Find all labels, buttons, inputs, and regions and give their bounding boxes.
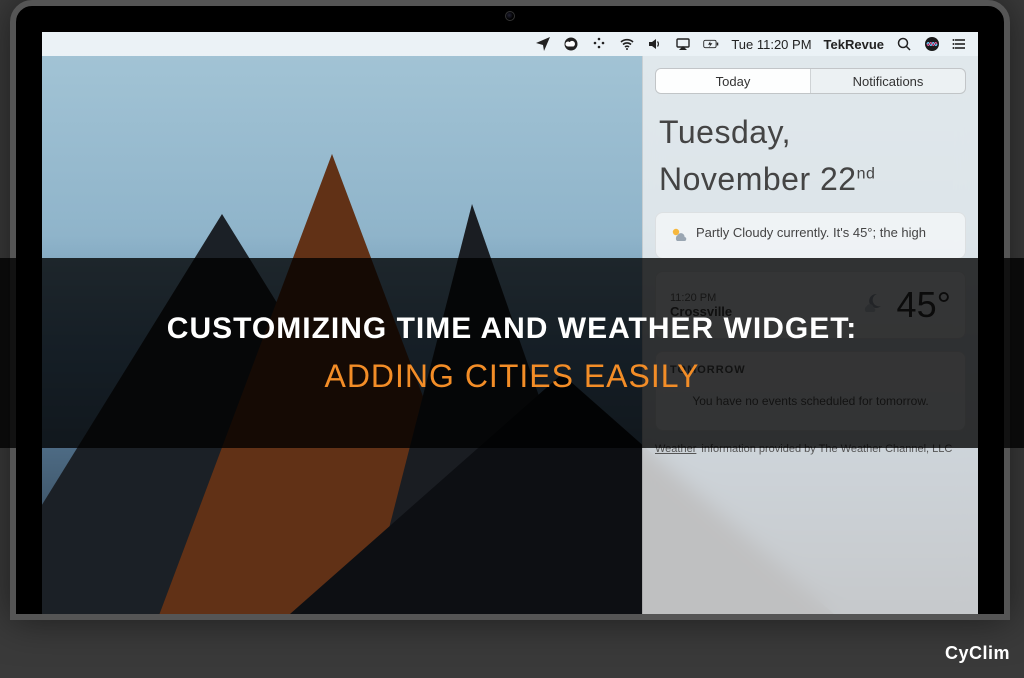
date-month-day-text: November 22 (659, 161, 857, 197)
menubar-app-name[interactable]: TekRevue (824, 37, 884, 52)
location-icon[interactable] (535, 36, 551, 52)
creative-cloud-icon[interactable] (563, 36, 579, 52)
notification-center-icon[interactable] (952, 36, 968, 52)
date-widget: Tuesday, November 22nd (655, 106, 966, 200)
partly-cloudy-icon (670, 225, 688, 246)
battery-icon[interactable] (703, 36, 719, 52)
wifi-icon[interactable] (619, 36, 635, 52)
overlay-line1: CUSTOMIZING TIME AND WEATHER WIDGET: (167, 312, 857, 346)
settings-dots-icon[interactable] (591, 36, 607, 52)
spotlight-icon[interactable] (896, 36, 912, 52)
siri-icon[interactable] (924, 36, 940, 52)
date-month-day: November 22nd (655, 153, 966, 200)
webcam-icon (505, 11, 515, 21)
today-notifications-segmented-control: Today Notifications (655, 68, 966, 94)
menubar: Tue 11:20 PM TekRevue (42, 32, 978, 56)
menubar-datetime[interactable]: Tue 11:20 PM (731, 37, 811, 52)
watermark: CyClim (945, 643, 1010, 664)
date-weekday: Tuesday, (655, 106, 966, 153)
tab-today[interactable]: Today (656, 69, 810, 93)
overlay-line2: ADDING CITIES EASILY (324, 358, 699, 395)
weather-summary-text: Partly Cloudy currently. It's 45°; the h… (696, 225, 926, 240)
date-ordinal: nd (857, 165, 876, 182)
volume-icon[interactable] (647, 36, 663, 52)
tab-notifications[interactable]: Notifications (810, 69, 965, 93)
airplay-icon[interactable] (675, 36, 691, 52)
article-title-overlay: CUSTOMIZING TIME AND WEATHER WIDGET: ADD… (0, 258, 1024, 448)
weather-summary-card[interactable]: Partly Cloudy currently. It's 45°; the h… (655, 212, 966, 259)
stage: Tue 11:20 PM TekRevue Today Notification… (0, 0, 1024, 678)
